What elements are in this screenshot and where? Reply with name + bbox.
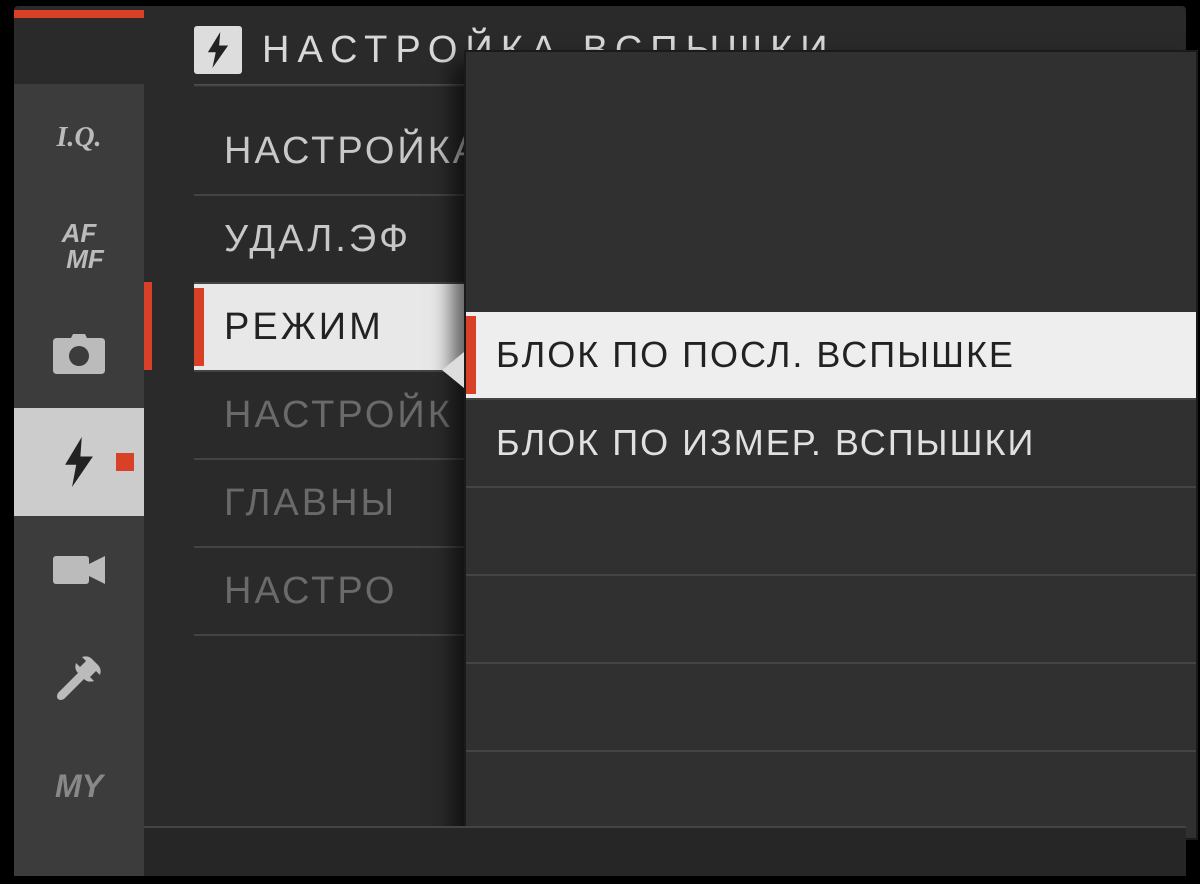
sidebar-tab-flash[interactable] [14,408,144,516]
camera-menu-screen: НАСТРОЙКА ВСПЫШКИ I.Q. AF MF [14,6,1186,876]
main-selection-indicator [144,282,152,370]
popup-spacer-top [466,52,1196,312]
sidebar-tab-movie[interactable] [14,516,144,624]
sidebar-tab-camera[interactable] [14,300,144,408]
popup-back-arrow[interactable] [442,352,464,388]
my-label: MY [55,768,103,805]
popup-item-lock-meter-flash[interactable]: БЛОК ПО ИЗМЕР. ВСПЫШКИ [466,400,1196,488]
afmf-label: AF MF [54,220,104,272]
flash-icon [62,437,96,487]
movie-icon [53,552,105,588]
popup-empty-row [466,576,1196,664]
iq-label: I.Q. [56,122,101,154]
sidebar-tab-my[interactable]: MY [14,732,144,840]
sidebar-tab-iq[interactable]: I.Q. [14,84,144,192]
submenu-popup: БЛОК ПО ПОСЛ. ВСПЫШКЕ БЛОК ПО ИЗМЕР. ВСП… [464,50,1198,840]
active-indicator [116,453,134,471]
sidebar-tab-setup[interactable] [14,624,144,732]
flash-header-icon [194,26,242,74]
popup-empty-row [466,664,1196,752]
sidebar-tab-afmf[interactable]: AF MF [14,192,144,300]
camera-icon [53,334,105,374]
wrench-icon [56,655,102,701]
sidebar-top-indicator [14,10,144,18]
sidebar: I.Q. AF MF [14,84,144,876]
popup-item-lock-last-flash[interactable]: БЛОК ПО ПОСЛ. ВСПЫШКЕ [466,312,1196,400]
popup-empty-row [466,488,1196,576]
bottom-bar [144,826,1186,876]
